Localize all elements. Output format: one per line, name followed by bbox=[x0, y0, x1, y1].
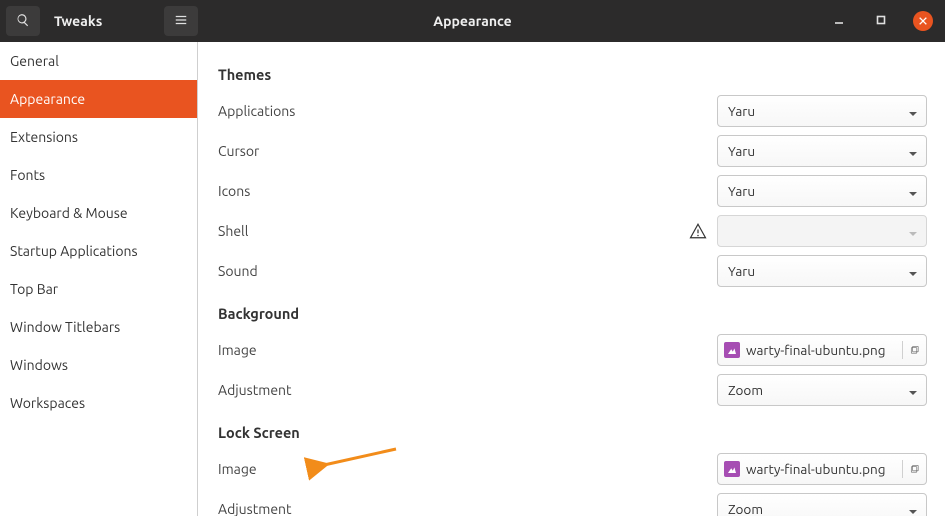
combo-ls-adjustment[interactable]: Zoom bbox=[717, 493, 927, 516]
window-controls bbox=[829, 11, 945, 31]
search-icon bbox=[16, 13, 30, 30]
sidebar-item-window-titlebars[interactable]: Window Titlebars bbox=[0, 308, 197, 346]
sidebar-item-label: Extensions bbox=[10, 129, 78, 145]
sidebar-item-label: Window Titlebars bbox=[10, 319, 120, 335]
combo-value: Yaru bbox=[728, 143, 755, 159]
sidebar-item-appearance[interactable]: Appearance bbox=[0, 80, 197, 118]
search-button[interactable] bbox=[6, 6, 40, 36]
close-icon bbox=[918, 13, 928, 29]
sidebar-item-label: Appearance bbox=[10, 91, 85, 107]
combo-value: Yaru bbox=[728, 263, 755, 279]
combo-value: Zoom bbox=[728, 501, 763, 516]
sidebar-item-label: Keyboard & Mouse bbox=[10, 205, 128, 221]
chevron-down-icon bbox=[908, 106, 918, 116]
chevron-down-icon bbox=[908, 146, 918, 156]
row-applications: Applications Yaru bbox=[218, 91, 927, 131]
page-title: Appearance bbox=[433, 13, 511, 29]
row-ls-image: Image warty-final-ubuntu.png bbox=[218, 449, 927, 489]
row-sound: Sound Yaru bbox=[218, 251, 927, 291]
row-bg-image: Image warty-final-ubuntu.png bbox=[218, 330, 927, 370]
label-bg-adjustment: Adjustment bbox=[218, 382, 518, 398]
sidebar-item-windows[interactable]: Windows bbox=[0, 346, 197, 384]
label-bg-image: Image bbox=[218, 342, 518, 358]
hamburger-menu-button[interactable] bbox=[164, 6, 198, 36]
chevron-down-icon bbox=[908, 266, 918, 276]
filechooser-value: warty-final-ubuntu.png bbox=[746, 342, 886, 358]
combo-bg-adjustment[interactable]: Zoom bbox=[717, 374, 927, 406]
section-heading-themes: Themes bbox=[218, 66, 927, 83]
row-bg-adjustment: Adjustment Zoom bbox=[218, 370, 927, 410]
sidebar-item-label: General bbox=[10, 53, 59, 69]
combo-value: Zoom bbox=[728, 382, 763, 398]
filechooser-value: warty-final-ubuntu.png bbox=[746, 461, 886, 477]
warning-icon bbox=[689, 222, 707, 240]
chevron-down-icon bbox=[908, 186, 918, 196]
sidebar-item-startup-applications[interactable]: Startup Applications bbox=[0, 232, 197, 270]
row-cursor: Cursor Yaru bbox=[218, 131, 927, 171]
filechooser-bg-image[interactable]: warty-final-ubuntu.png bbox=[717, 334, 927, 366]
open-file-icon bbox=[902, 460, 920, 478]
sidebar-item-label: Windows bbox=[10, 357, 68, 373]
combo-applications[interactable]: Yaru bbox=[717, 95, 927, 127]
label-icons: Icons bbox=[218, 183, 518, 199]
row-ls-adjustment: Adjustment Zoom bbox=[218, 489, 927, 516]
titlebar-left: Tweaks bbox=[0, 0, 198, 42]
row-icons: Icons Yaru bbox=[218, 171, 927, 211]
window-close-button[interactable] bbox=[913, 11, 933, 31]
combo-icons[interactable]: Yaru bbox=[717, 175, 927, 207]
chevron-down-icon bbox=[908, 504, 918, 514]
sidebar: General Appearance Extensions Fonts Keyb… bbox=[0, 42, 198, 516]
combo-shell bbox=[717, 215, 927, 247]
label-ls-image: Image bbox=[218, 461, 518, 477]
label-sound: Sound bbox=[218, 263, 518, 279]
minimize-icon bbox=[833, 13, 845, 29]
sidebar-item-general[interactable]: General bbox=[0, 42, 197, 80]
chevron-down-icon bbox=[908, 385, 918, 395]
sidebar-item-workspaces[interactable]: Workspaces bbox=[0, 384, 197, 422]
label-applications: Applications bbox=[218, 103, 518, 119]
image-file-icon bbox=[724, 342, 740, 358]
label-cursor: Cursor bbox=[218, 143, 518, 159]
image-file-icon bbox=[724, 461, 740, 477]
sidebar-item-keyboard-mouse[interactable]: Keyboard & Mouse bbox=[0, 194, 197, 232]
combo-sound[interactable]: Yaru bbox=[717, 255, 927, 287]
section-heading-lock-screen: Lock Screen bbox=[218, 424, 927, 441]
label-shell: Shell bbox=[218, 223, 518, 239]
filechooser-ls-image[interactable]: warty-final-ubuntu.png bbox=[717, 453, 927, 485]
label-ls-adjustment: Adjustment bbox=[218, 501, 518, 516]
sidebar-item-extensions[interactable]: Extensions bbox=[0, 118, 197, 156]
content-area: Themes Applications Yaru Cursor Yaru Ico… bbox=[198, 42, 945, 516]
combo-value: Yaru bbox=[728, 183, 755, 199]
combo-value: Yaru bbox=[728, 103, 755, 119]
open-file-icon bbox=[902, 341, 920, 359]
window-maximize-button[interactable] bbox=[871, 11, 891, 31]
chevron-down-icon bbox=[908, 226, 918, 236]
row-shell: Shell bbox=[218, 211, 927, 251]
sidebar-item-top-bar[interactable]: Top Bar bbox=[0, 270, 197, 308]
section-heading-background: Background bbox=[218, 305, 927, 322]
sidebar-item-fonts[interactable]: Fonts bbox=[0, 156, 197, 194]
sidebar-item-label: Startup Applications bbox=[10, 243, 138, 259]
sidebar-item-label: Fonts bbox=[10, 167, 45, 183]
sidebar-item-label: Top Bar bbox=[10, 281, 58, 297]
titlebar: Tweaks Appearance bbox=[0, 0, 945, 42]
window-minimize-button[interactable] bbox=[829, 11, 849, 31]
sidebar-item-label: Workspaces bbox=[10, 395, 85, 411]
combo-cursor[interactable]: Yaru bbox=[717, 135, 927, 167]
app-title: Tweaks bbox=[54, 13, 158, 29]
maximize-icon bbox=[875, 13, 887, 29]
hamburger-icon bbox=[174, 13, 188, 30]
